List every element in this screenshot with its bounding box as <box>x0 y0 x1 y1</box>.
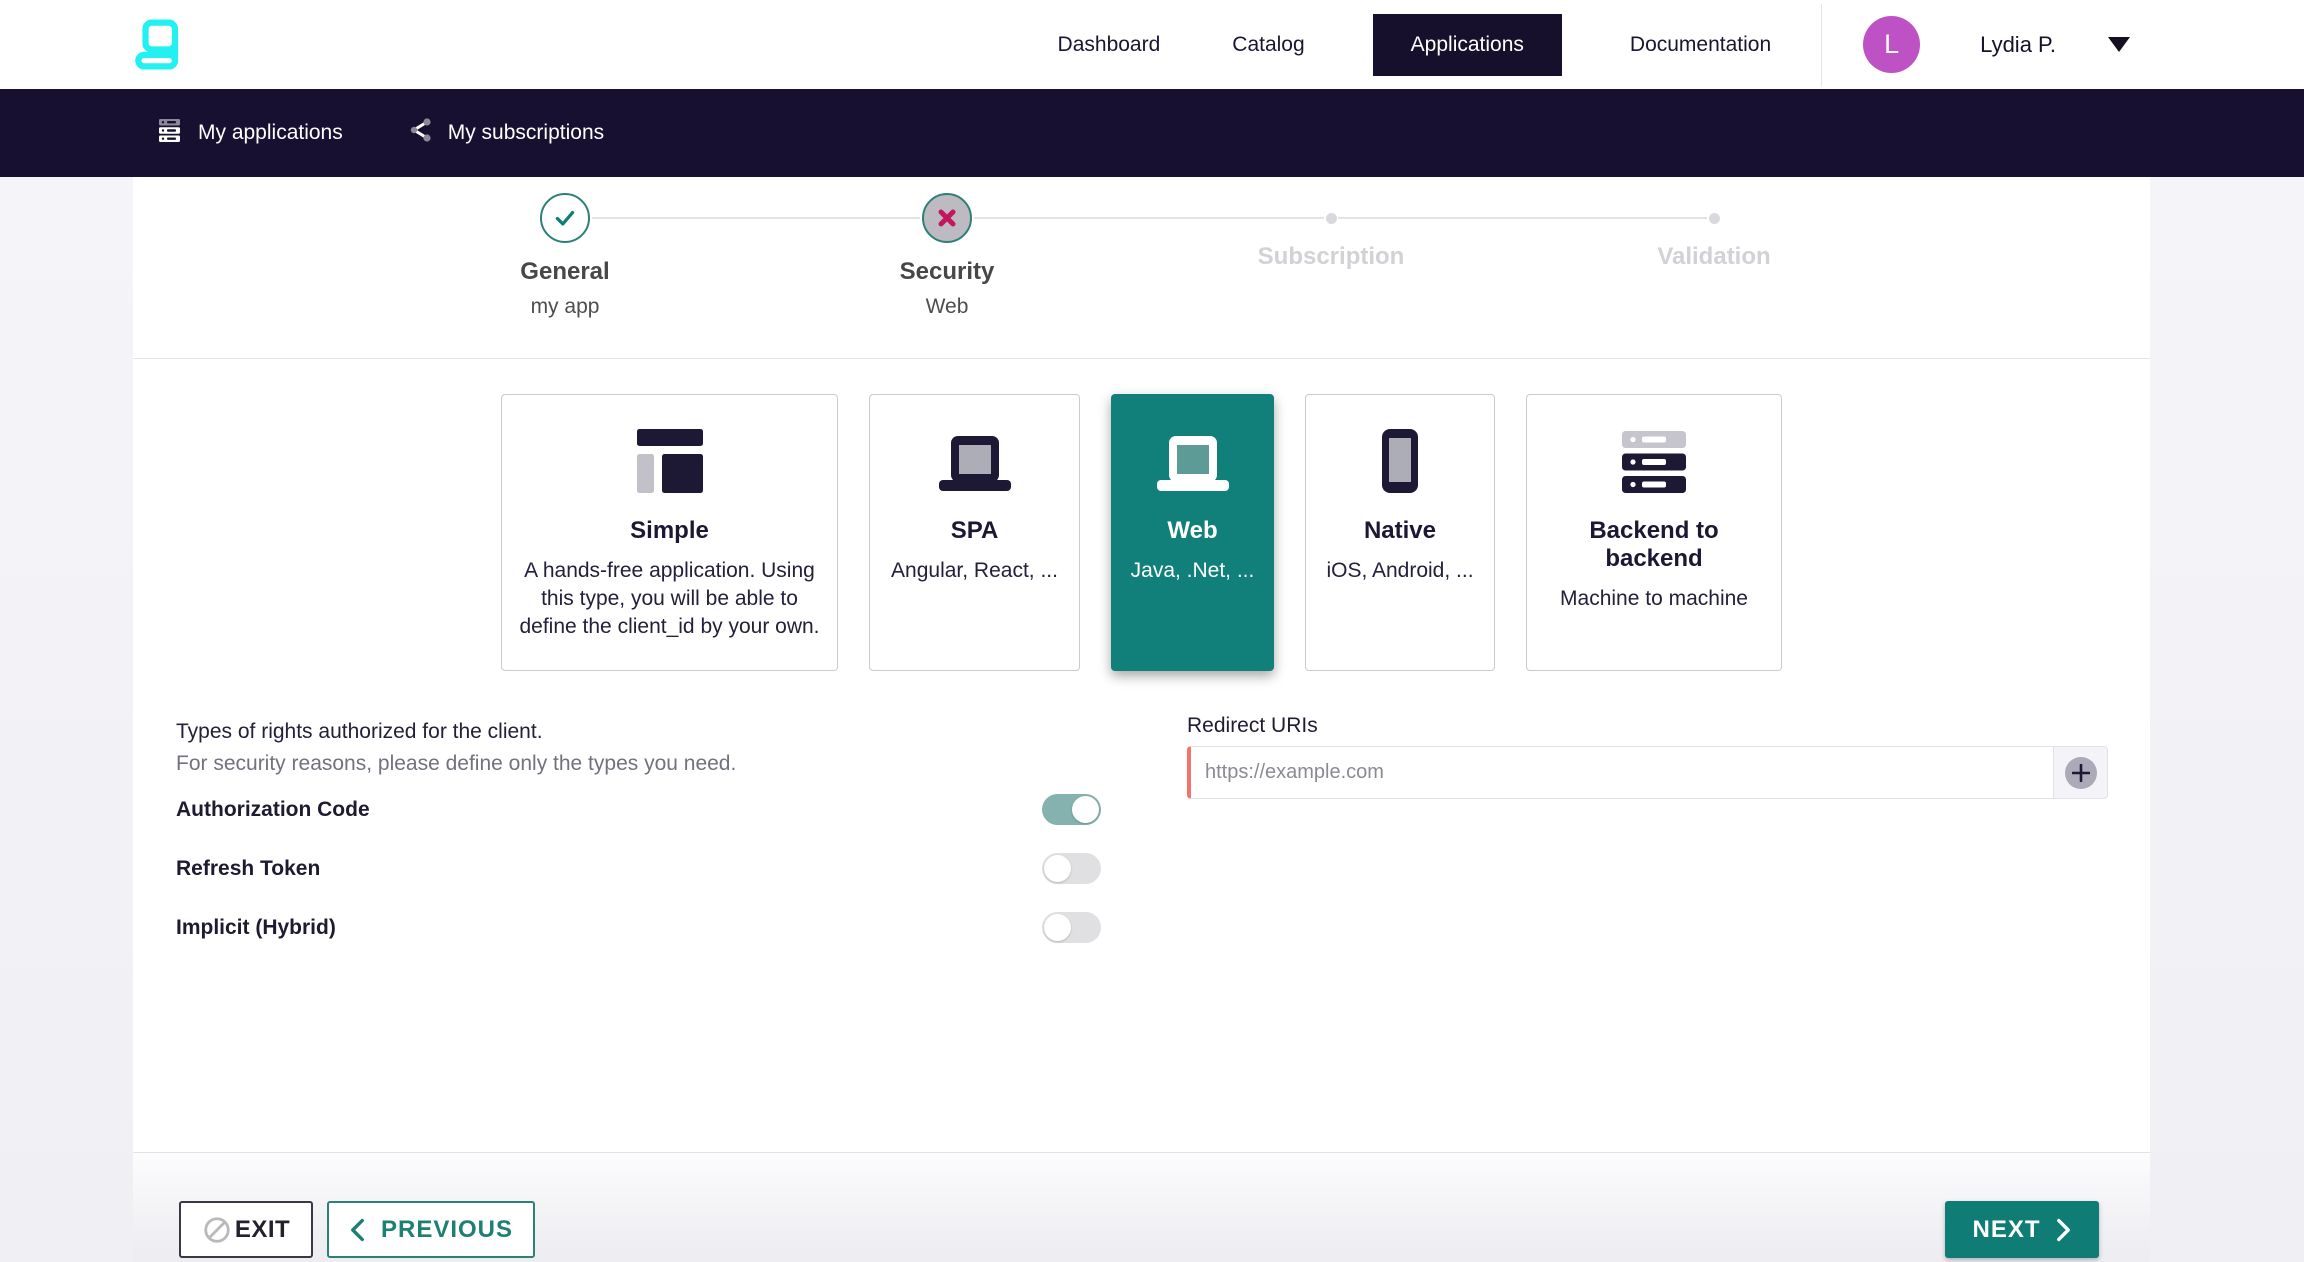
server-stack-icon <box>1541 429 1767 493</box>
step-subscription: Subscription <box>1221 193 1441 280</box>
rights-section: Types of rights authorized for the clien… <box>176 720 1101 971</box>
plus-icon <box>2072 764 2090 782</box>
card-description: Machine to machine <box>1541 585 1767 613</box>
avatar[interactable]: L <box>1863 16 1920 73</box>
step-sublabel: my app <box>455 295 675 319</box>
card-title: Web <box>1126 517 1259 545</box>
chevron-right-icon <box>2055 1217 2072 1243</box>
app-type-card-simple[interactable]: Simple A hands-free application. Using t… <box>501 394 838 671</box>
nav-item-catalog[interactable]: Catalog <box>1228 14 1308 76</box>
redirect-uri-row <box>1187 746 2108 799</box>
card-title: Simple <box>516 517 823 545</box>
redirect-uris-label: Redirect URIs <box>1187 714 2108 738</box>
servers-icon <box>156 117 183 150</box>
subnav-item-my-applications[interactable]: My applications <box>156 117 343 150</box>
card-description: Java, .Net, ... <box>1126 557 1259 585</box>
toggle-label: Implicit (Hybrid) <box>176 916 336 940</box>
top-nav: Dashboard Catalog Applications Documenta… <box>1054 14 1776 76</box>
share-icon <box>407 117 433 149</box>
toggle-row-implicit-hybrid: Implicit (Hybrid) <box>176 912 1101 943</box>
toggle-row-refresh-token: Refresh Token <box>176 853 1101 884</box>
secondary-navbar: My applications My subscriptions <box>0 89 2304 177</box>
authorization-code-toggle[interactable] <box>1042 794 1101 825</box>
user-menu[interactable]: L Lydia P. <box>1821 4 2130 86</box>
card-title: SPA <box>884 517 1065 545</box>
top-header: Dashboard Catalog Applications Documenta… <box>0 0 2304 89</box>
rights-subtitle: For security reasons, please define only… <box>176 752 1101 776</box>
implicit-hybrid-toggle[interactable] <box>1042 912 1101 943</box>
app-type-card-native[interactable]: Native iOS, Android, ... <box>1305 394 1495 671</box>
cancel-circle-icon <box>202 1215 232 1245</box>
wizard-stepper: General my app Security Web Subscription… <box>133 177 2150 359</box>
app-type-card-backend[interactable]: Backend to backend Machine to machine <box>1526 394 1782 671</box>
step-general: General my app <box>455 193 675 319</box>
security-form: Types of rights authorized for the clien… <box>133 671 2150 1152</box>
step-done-icon <box>540 193 590 243</box>
toggle-row-authorization-code: Authorization Code <box>176 794 1101 825</box>
toggle-label: Authorization Code <box>176 798 370 822</box>
step-sublabel: Web <box>837 295 1057 319</box>
smartphone-icon <box>1320 429 1480 493</box>
step-security: Security Web <box>837 193 1057 319</box>
step-label: Validation <box>1604 243 1824 271</box>
app-type-card-spa[interactable]: SPA Angular, React, ... <box>869 394 1080 671</box>
card-title: Backend to backend <box>1541 517 1767 573</box>
previous-label: PREVIOUS <box>381 1216 513 1244</box>
subnav-label: My applications <box>198 121 343 145</box>
toggle-label: Refresh Token <box>176 857 320 881</box>
rights-toggles: Authorization Code Refresh Token Implici… <box>176 794 1101 943</box>
redirect-uris-section: Redirect URIs <box>1187 714 2108 799</box>
card-description: Angular, React, ... <box>884 557 1065 585</box>
card-title: Native <box>1320 517 1480 545</box>
redirect-uri-input[interactable] <box>1187 746 2053 799</box>
user-name[interactable]: Lydia P. <box>1980 32 2056 58</box>
chevron-down-icon[interactable] <box>2108 37 2130 52</box>
step-label: General <box>455 258 675 286</box>
wizard-panel: General my app Security Web Subscription… <box>133 177 2150 1262</box>
step-error-icon <box>922 193 972 243</box>
next-label: NEXT <box>1972 1216 2040 1244</box>
wizard-footer: EXIT PREVIOUS NEXT <box>133 1152 2150 1262</box>
redirect-uri-add-panel <box>2053 746 2108 799</box>
nav-item-dashboard[interactable]: Dashboard <box>1054 14 1165 76</box>
previous-button[interactable]: PREVIOUS <box>327 1201 535 1258</box>
subnav-item-my-subscriptions[interactable]: My subscriptions <box>407 117 604 149</box>
laptop-icon <box>1126 429 1259 493</box>
laptop-icon <box>884 429 1065 493</box>
step-pending-dot <box>1709 213 1720 224</box>
chevron-left-icon <box>349 1217 366 1243</box>
exit-button[interactable]: EXIT <box>179 1201 313 1258</box>
toggle-knob <box>1044 914 1071 941</box>
card-description: A hands-free application. Using this typ… <box>516 557 823 641</box>
step-label: Security <box>837 258 1057 286</box>
card-description: iOS, Android, ... <box>1320 557 1480 585</box>
toggle-knob <box>1072 796 1099 823</box>
step-label: Subscription <box>1221 243 1441 271</box>
step-validation: Validation <box>1604 193 1824 280</box>
subnav-label: My subscriptions <box>448 121 604 145</box>
step-pending-dot <box>1326 213 1337 224</box>
next-button[interactable]: NEXT <box>1945 1201 2099 1258</box>
app-type-cards: Simple A hands-free application. Using t… <box>133 394 2150 671</box>
add-uri-button[interactable] <box>2065 757 2097 789</box>
brand-logo-icon[interactable] <box>133 14 191 76</box>
nav-item-documentation[interactable]: Documentation <box>1626 14 1775 76</box>
exit-label: EXIT <box>235 1216 290 1244</box>
layout-icon <box>516 429 823 493</box>
refresh-token-toggle[interactable] <box>1042 853 1101 884</box>
rights-title: Types of rights authorized for the clien… <box>176 720 1101 744</box>
nav-item-applications[interactable]: Applications <box>1373 14 1562 76</box>
app-type-card-web[interactable]: Web Java, .Net, ... <box>1111 394 1274 671</box>
toggle-knob <box>1044 855 1071 882</box>
